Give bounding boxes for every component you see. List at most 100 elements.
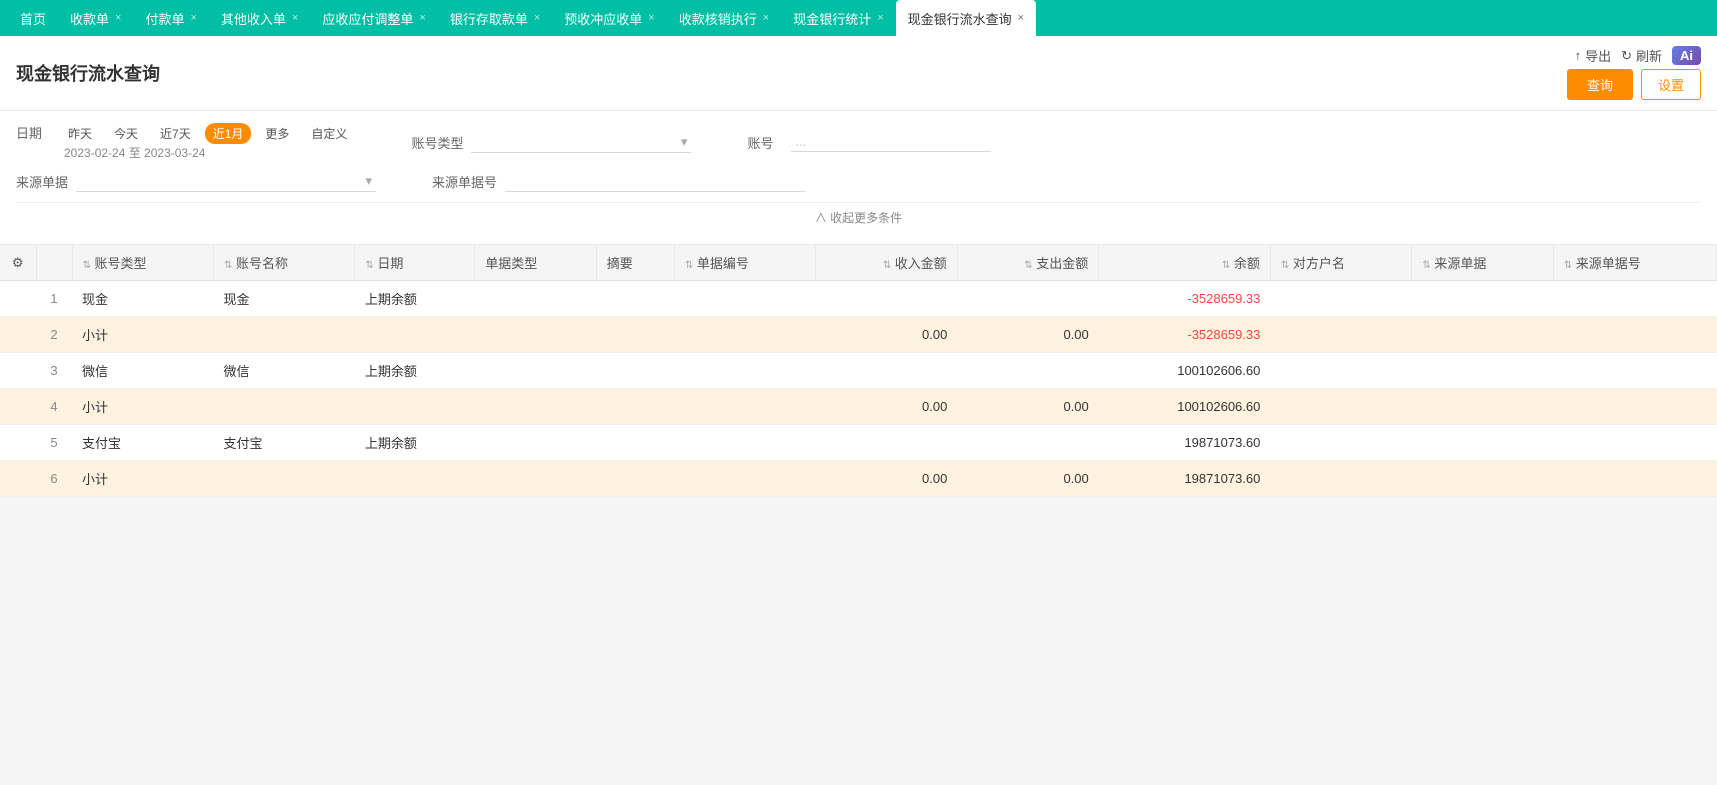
col-counterpart[interactable]: ⇅ 对方户名 bbox=[1270, 245, 1411, 281]
tab-close[interactable]: × bbox=[292, 12, 298, 24]
date-label: 日期 bbox=[16, 123, 52, 142]
account-type-label: 账号类型 bbox=[411, 133, 463, 152]
source-doc-no-filter-group: 来源单据号 bbox=[432, 172, 805, 192]
tab-yingshouyingfu[interactable]: 应收应付调整单 × bbox=[310, 0, 437, 36]
tab-xianjinyinhangtongji[interactable]: 现金银行统计 × bbox=[781, 0, 895, 36]
cell-rownum: 3 bbox=[36, 353, 72, 389]
col-account-name[interactable]: ⇅ 账号名称 bbox=[213, 245, 354, 281]
cell-expense: 0.00 bbox=[957, 389, 1098, 425]
filter-row-2: 来源单据 ▾ 来源单据号 bbox=[16, 171, 1701, 192]
col-income[interactable]: ⇅ 收入金额 bbox=[816, 245, 957, 281]
nav-home-label: 首页 bbox=[20, 9, 46, 28]
cell-date bbox=[355, 317, 475, 353]
filter-row-1: 日期 昨天 今天 近7天 近1月 更多 自定义 2023-02-24 至 202… bbox=[16, 123, 1701, 161]
cell-account-name: 支付宝 bbox=[213, 425, 354, 461]
sort-icon: ⇅ bbox=[1564, 260, 1572, 271]
cell-checkbox bbox=[0, 353, 36, 389]
col-balance[interactable]: ⇅ 余额 bbox=[1099, 245, 1271, 281]
col-source-doc[interactable]: ⇅ 来源单据 bbox=[1412, 245, 1553, 281]
tab-yushouzhong[interactable]: 预收冲应收单 × bbox=[552, 0, 666, 36]
tab-close[interactable]: × bbox=[115, 12, 121, 24]
cell-expense bbox=[957, 281, 1098, 317]
chevron-down-icon-2: ▾ bbox=[365, 173, 372, 189]
date-opt-custom[interactable]: 自定义 bbox=[303, 123, 355, 144]
cell-doc-type bbox=[475, 425, 596, 461]
col-rownum bbox=[36, 245, 72, 281]
col-account-type[interactable]: ⇅ 账号类型 bbox=[72, 245, 213, 281]
col-doc-no[interactable]: ⇅ 单据编号 bbox=[674, 245, 815, 281]
cell-source-doc bbox=[1412, 281, 1553, 317]
collapse-bar[interactable]: ∧ 收起更多条件 bbox=[16, 202, 1701, 232]
date-opt-1month[interactable]: 近1月 bbox=[205, 123, 252, 144]
date-opt-more[interactable]: 更多 bbox=[257, 123, 297, 144]
tab-shoukuanhexiao[interactable]: 收款核销执行 × bbox=[667, 0, 781, 36]
cell-balance: -3528659.33 bbox=[1099, 281, 1271, 317]
tab-qitashouru[interactable]: 其他收入单 × bbox=[209, 0, 310, 36]
page-header: 现金银行流水查询 ↑ 导出 ↻ 刷新 Ai 查询 设置 bbox=[0, 36, 1717, 111]
nav-home[interactable]: 首页 bbox=[8, 0, 58, 36]
sort-icon: ⇅ bbox=[224, 260, 232, 271]
col-date[interactable]: ⇅ 日期 bbox=[355, 245, 475, 281]
cell-account-name bbox=[213, 317, 354, 353]
cell-date bbox=[355, 389, 475, 425]
query-button[interactable]: 查询 bbox=[1567, 69, 1633, 100]
tab-close[interactable]: × bbox=[1018, 12, 1024, 24]
col-expense[interactable]: ⇅ 支出金额 bbox=[957, 245, 1098, 281]
date-opt-7days[interactable]: 近7天 bbox=[152, 123, 199, 144]
refresh-label: 刷新 bbox=[1636, 46, 1662, 65]
date-opt-today[interactable]: 今天 bbox=[106, 123, 146, 144]
col-settings[interactable]: ⚙ bbox=[0, 245, 36, 281]
cell-rownum: 5 bbox=[36, 425, 72, 461]
source-doc-no-input[interactable] bbox=[505, 172, 805, 192]
account-type-select[interactable]: ▾ bbox=[471, 132, 691, 153]
cell-source-doc-no bbox=[1553, 353, 1716, 389]
cell-doc-type bbox=[475, 281, 596, 317]
tab-close[interactable]: × bbox=[534, 12, 540, 24]
cell-rownum: 1 bbox=[36, 281, 72, 317]
tab-close[interactable]: × bbox=[648, 12, 654, 24]
cell-account-name: 现金 bbox=[213, 281, 354, 317]
cell-doc-type bbox=[475, 389, 596, 425]
cell-income bbox=[816, 425, 957, 461]
tab-fukuandan[interactable]: 付款单 × bbox=[133, 0, 208, 36]
cell-source-doc-no bbox=[1553, 461, 1716, 497]
cell-counterpart bbox=[1270, 461, 1411, 497]
cell-checkbox bbox=[0, 389, 36, 425]
source-doc-select[interactable]: ▾ bbox=[76, 171, 376, 192]
ai-badge[interactable]: Ai bbox=[1672, 46, 1701, 65]
table-row: 3微信微信上期余额100102606.60 bbox=[0, 353, 1717, 389]
tab-liushui[interactable]: 现金银行流水查询 × bbox=[896, 0, 1036, 36]
cell-date: 上期余额 bbox=[355, 425, 475, 461]
tab-label: 收款核销执行 bbox=[679, 9, 757, 28]
export-label: 导出 bbox=[1585, 46, 1611, 65]
export-button[interactable]: ↑ 导出 bbox=[1575, 46, 1612, 65]
tab-close[interactable]: × bbox=[190, 12, 196, 24]
tab-label: 付款单 bbox=[145, 9, 184, 28]
cell-rownum: 6 bbox=[36, 461, 72, 497]
header-right-group: ↑ 导出 ↻ 刷新 Ai 查询 设置 bbox=[1567, 46, 1701, 100]
gear-icon: ⚙ bbox=[12, 255, 24, 270]
filter-area: 日期 昨天 今天 近7天 近1月 更多 自定义 2023-02-24 至 202… bbox=[0, 111, 1717, 245]
cell-doc-no bbox=[674, 281, 815, 317]
sort-icon: ⇅ bbox=[1024, 260, 1032, 271]
cell-income: 0.00 bbox=[816, 317, 957, 353]
cell-account-type: 支付宝 bbox=[72, 425, 213, 461]
date-opt-yesterday[interactable]: 昨天 bbox=[60, 123, 100, 144]
settings-button[interactable]: 设置 bbox=[1641, 69, 1701, 100]
refresh-button[interactable]: ↻ 刷新 bbox=[1621, 46, 1662, 65]
tab-close[interactable]: × bbox=[419, 12, 425, 24]
main-table: ⚙ ⇅ 账号类型 ⇅ 账号名称 ⇅ 日期 单据类型 bbox=[0, 245, 1717, 497]
tab-close[interactable]: × bbox=[763, 12, 769, 24]
tab-yinhangcunqu[interactable]: 银行存取款单 × bbox=[438, 0, 552, 36]
page-title: 现金银行流水查询 bbox=[16, 60, 160, 86]
cell-account-type: 微信 bbox=[72, 353, 213, 389]
tab-close[interactable]: × bbox=[877, 12, 883, 24]
source-doc-label: 来源单据 bbox=[16, 172, 68, 191]
cell-income: 0.00 bbox=[816, 461, 957, 497]
cell-expense bbox=[957, 425, 1098, 461]
col-source-doc-no[interactable]: ⇅ 来源单据号 bbox=[1553, 245, 1716, 281]
cell-account-type: 小计 bbox=[72, 317, 213, 353]
cell-summary bbox=[596, 281, 674, 317]
tab-shoukuandan[interactable]: 收款单 × bbox=[58, 0, 133, 36]
cell-checkbox bbox=[0, 281, 36, 317]
